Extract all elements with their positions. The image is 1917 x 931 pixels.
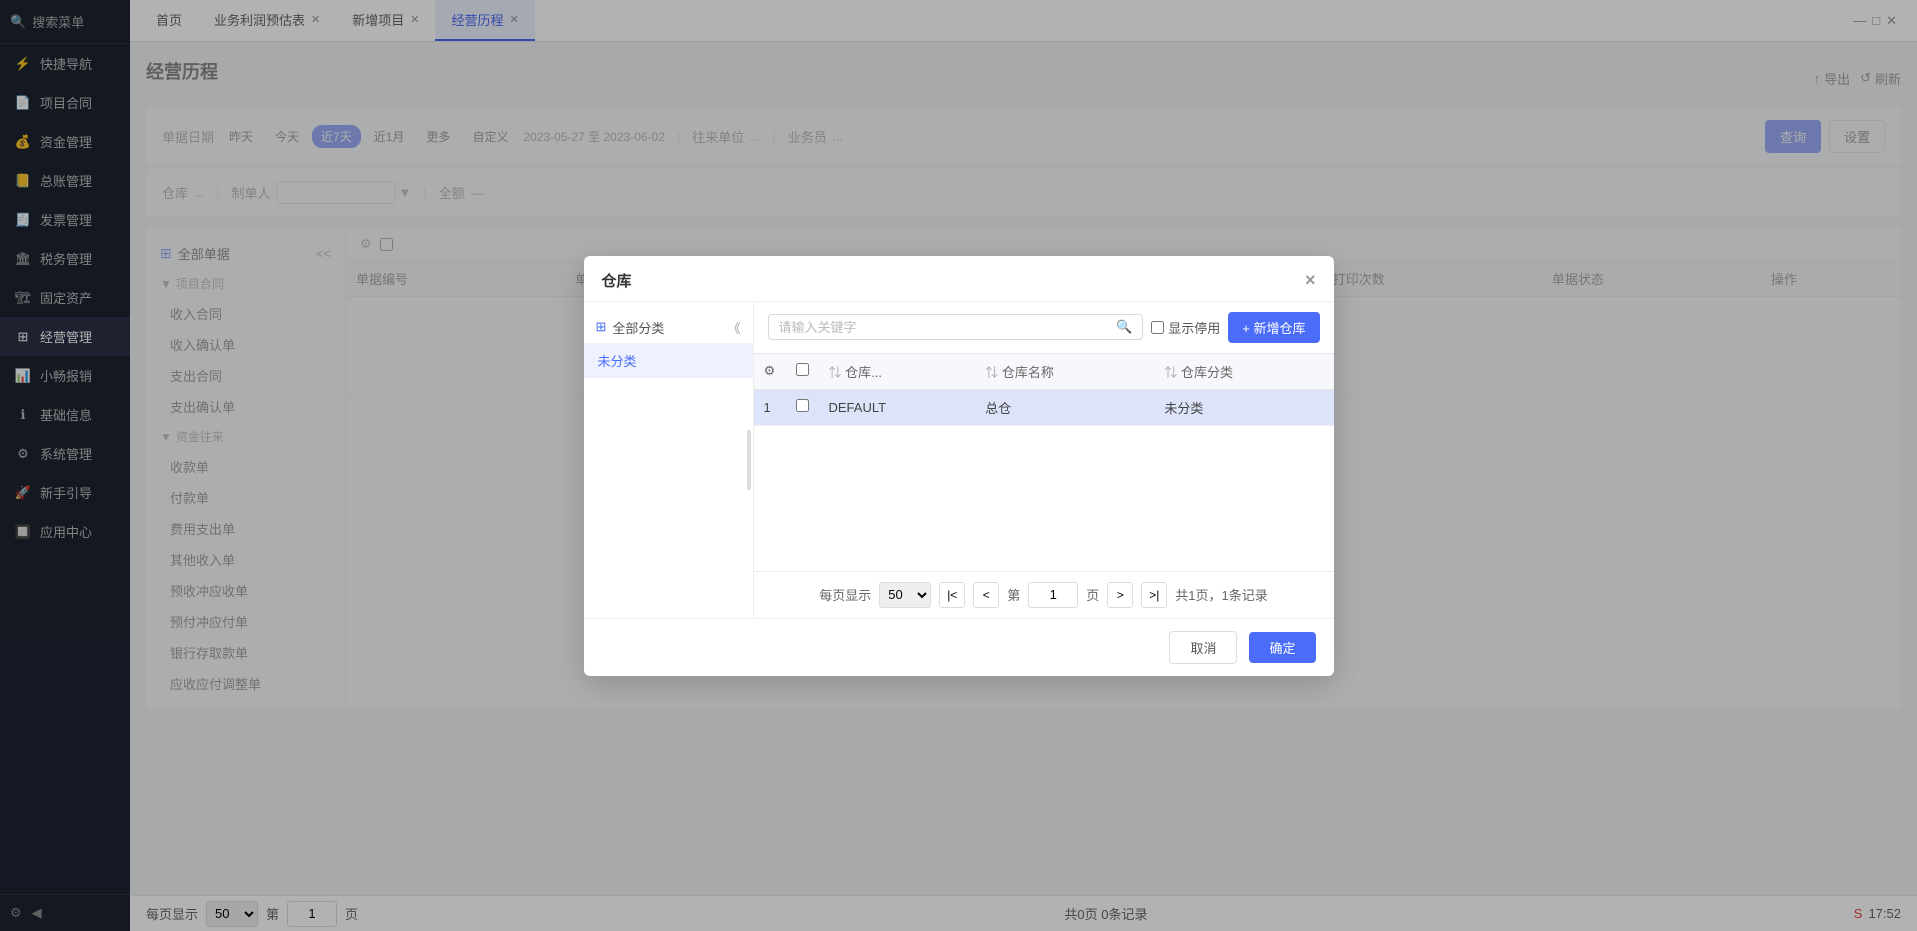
row-no: 1 — [754, 389, 786, 425]
modal-title: 仓库 — [602, 270, 632, 291]
modal-show-disabled-checkbox[interactable] — [1151, 321, 1164, 334]
modal-col-settings[interactable]: ⚙ — [754, 353, 786, 389]
modal-close-button[interactable]: × — [1305, 271, 1316, 289]
modal-add-warehouse-button[interactable]: + 新增仓库 — [1228, 312, 1319, 343]
modal-left-header: ⊞ 全部分类 《 — [584, 312, 753, 343]
modal-header: 仓库 × — [584, 256, 1334, 302]
row-checkbox[interactable] — [786, 389, 819, 425]
row-checkbox-input[interactable] — [796, 399, 809, 412]
row-name: 总仓 — [975, 389, 1154, 425]
modal-next-page-btn[interactable]: > — [1107, 582, 1133, 608]
modal-page-size-label: 每页显示 — [819, 585, 871, 604]
row-category: 未分类 — [1154, 389, 1333, 425]
modal-search-icon[interactable]: 🔍 — [1116, 319, 1132, 335]
modal-confirm-button[interactable]: 确定 — [1249, 632, 1315, 663]
modal-left-panel: ⊞ 全部分类 《 未分类 — [584, 302, 754, 618]
modal-show-disabled-label[interactable]: 显示停用 — [1151, 318, 1220, 337]
sort-icon-code: ⇅ — [829, 365, 842, 380]
modal-left-collapse-icon[interactable]: 《 — [727, 318, 740, 337]
modal-toolbar: 🔍 显示停用 + 新增仓库 — [754, 302, 1334, 353]
modal-cancel-button[interactable]: 取消 — [1169, 631, 1237, 664]
modal-table-wrap: ⚙ ⇅ 仓库... ⇅ 仓库名称 ⇅ — [754, 353, 1334, 571]
modal-select-all-checkbox[interactable] — [796, 363, 809, 376]
modal-col-code: ⇅ 仓库... — [819, 353, 976, 389]
modal-all-category-label: 全部分类 — [612, 318, 664, 337]
modal-prev-page-btn[interactable]: < — [973, 582, 999, 608]
row-code: DEFAULT — [819, 389, 976, 425]
modal-body: ⊞ 全部分类 《 未分类 🔍 显示停用 + 新增仓库 — [584, 302, 1334, 618]
modal-page-label: 第 — [1007, 585, 1020, 604]
modal-first-page-btn[interactable]: |< — [939, 582, 965, 608]
table-row[interactable]: 1 DEFAULT 总仓 未分类 — [754, 389, 1334, 425]
modal-page-input[interactable] — [1028, 582, 1078, 608]
modal-page-suffix: 页 — [1086, 585, 1099, 604]
modal-search-box[interactable]: 🔍 — [768, 314, 1144, 340]
modal-footer: 取消 确定 — [584, 618, 1334, 676]
modal-total-text: 共1页，1条记录 — [1175, 585, 1267, 604]
modal-col-category: ⇅ 仓库分类 — [1154, 353, 1333, 389]
modal-left-item-uncategorized[interactable]: 未分类 — [584, 343, 753, 378]
warehouse-modal: 仓库 × ⊞ 全部分类 《 未分类 🔍 — [584, 256, 1334, 676]
sort-icon-category: ⇅ — [1164, 365, 1177, 380]
modal-last-page-btn[interactable]: >| — [1141, 582, 1167, 608]
modal-right-panel: 🔍 显示停用 + 新增仓库 ⚙ ⇅ 仓库 — [754, 302, 1334, 618]
modal-page-size-select[interactable]: 50 100 — [879, 582, 931, 608]
modal-col-checkbox[interactable] — [786, 353, 819, 389]
modal-table: ⚙ ⇅ 仓库... ⇅ 仓库名称 ⇅ — [754, 353, 1334, 426]
grid-icon-modal: ⊞ — [596, 319, 607, 335]
modal-search-input[interactable] — [779, 320, 1111, 335]
modal-uncategorized-label: 未分类 — [598, 354, 637, 369]
modal-left-scrollbar[interactable] — [747, 430, 751, 490]
sort-icon-name: ⇅ — [985, 365, 998, 380]
modal-col-name: ⇅ 仓库名称 — [975, 353, 1154, 389]
modal-pagination: 每页显示 50 100 |< < 第 页 > >| 共1页，1条记录 — [754, 571, 1334, 618]
